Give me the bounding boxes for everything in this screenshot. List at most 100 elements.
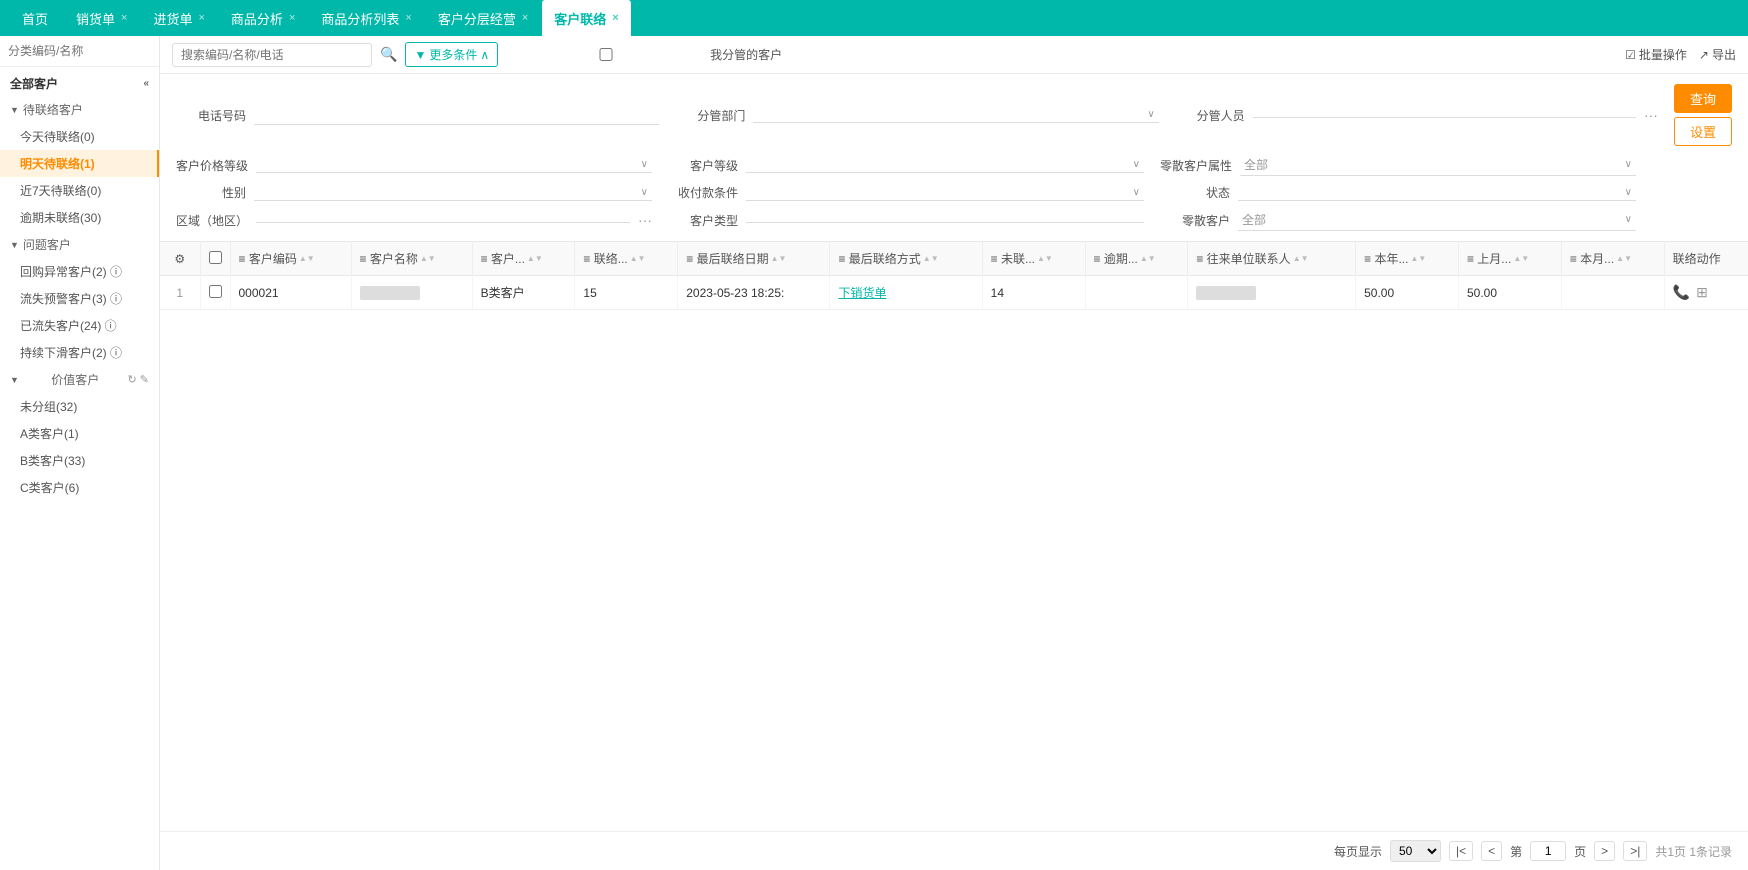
cell-seq: 1 xyxy=(160,276,200,310)
filter-cell-payment: 收付款条件 ∨ xyxy=(668,184,1144,201)
more-filter-button[interactable]: ▼ 更多条件 ∧ xyxy=(405,42,498,67)
col-gear[interactable]: ⚙ xyxy=(160,242,200,276)
sidebar-item-declining[interactable]: 持续下滑客户(2) ⓘ xyxy=(0,339,159,366)
close-icon[interactable]: × xyxy=(198,12,204,24)
payment-label: 收付款条件 xyxy=(668,184,738,201)
group-title-problem[interactable]: 问题客户 xyxy=(0,231,159,258)
group-title-pending[interactable]: 待联络客户 xyxy=(0,96,159,123)
region-dots[interactable]: ··· xyxy=(638,212,652,228)
batch-op-button[interactable]: ☑ 批量操作 xyxy=(1625,46,1687,63)
phone-input[interactable] xyxy=(254,106,659,125)
my-customer-checkbox-area[interactable]: 我分管的客户 xyxy=(506,46,782,63)
search-input[interactable] xyxy=(172,43,372,67)
close-icon[interactable]: × xyxy=(522,12,528,24)
nav-home[interactable]: 首页 xyxy=(8,9,62,28)
sidebar-item-a-class[interactable]: A类客户(1) xyxy=(0,420,159,447)
cust-level-select[interactable]: ∨ xyxy=(746,157,1144,173)
total-info: 共1页 1条记录 xyxy=(1655,843,1732,860)
col-check[interactable] xyxy=(200,242,230,276)
masked-name xyxy=(360,286,420,300)
filter-row-1: 电话号码 分管部门 ∨ 分管人员 ··· 查询 设置 xyxy=(176,84,1732,146)
close-icon[interactable]: × xyxy=(612,12,618,24)
region-input[interactable] xyxy=(256,218,630,223)
col-code[interactable]: ≡ 客户编码 ▲▼ xyxy=(230,242,351,276)
sidebar-search-input[interactable] xyxy=(8,44,160,58)
filter-icon: ▼ xyxy=(414,48,426,62)
filter-bar: 🔍 ▼ 更多条件 ∧ 我分管的客户 ☑ 批量操作 ↗ 导出 xyxy=(160,36,1748,74)
sidebar-item-today[interactable]: 今天待联络(0) xyxy=(0,123,159,150)
set-button[interactable]: 设置 xyxy=(1674,117,1732,146)
col-last-method[interactable]: ≡ 最后联络方式 ▲▼ xyxy=(830,242,982,276)
col-name[interactable]: ≡ 客户名称 ▲▼ xyxy=(351,242,472,276)
status-select[interactable]: ∨ xyxy=(1238,185,1636,201)
gender-select[interactable]: ∨ xyxy=(254,185,652,201)
col-contacts[interactable]: ≡ 联络... ▲▼ xyxy=(575,242,678,276)
query-button[interactable]: 查询 xyxy=(1674,84,1732,113)
payment-select[interactable]: ∨ xyxy=(746,185,1144,201)
person-input[interactable] xyxy=(1253,113,1636,118)
col-last-month[interactable]: ≡ 上月... ▲▼ xyxy=(1458,242,1561,276)
nav-tab-3[interactable]: 商品分析列表 × xyxy=(309,0,423,36)
filter-cell-cust-type: 客户类型 xyxy=(668,212,1144,229)
first-page-button[interactable]: |< xyxy=(1449,841,1473,861)
price-level-select[interactable]: ∨ xyxy=(256,157,652,173)
sidebar-item-tomorrow[interactable]: 明天待联络(1) xyxy=(0,150,159,177)
close-icon[interactable]: × xyxy=(289,12,295,24)
sidebar-item-7days[interactable]: 近7天待联络(0) xyxy=(0,177,159,204)
sidebar-item-churned[interactable]: 已流失客户(24) ⓘ xyxy=(0,312,159,339)
col-unit-contact[interactable]: ≡ 往来单位联系人 ▲▼ xyxy=(1188,242,1356,276)
col-no-contact[interactable]: ≡ 未联... ▲▼ xyxy=(982,242,1085,276)
col-type[interactable]: ≡ 客户... ▲▼ xyxy=(472,242,575,276)
col-this-month[interactable]: ≡ 本月... ▲▼ xyxy=(1561,242,1664,276)
per-page-select[interactable]: 50 100 200 xyxy=(1390,840,1441,862)
nav-tab-0[interactable]: 销货单 × xyxy=(64,0,139,36)
last-page-button[interactable]: >| xyxy=(1623,841,1647,861)
export-icon: ↗ xyxy=(1699,48,1709,62)
chevron-down-icon: ∨ xyxy=(1147,109,1154,120)
group-title-value[interactable]: 价值客户 ↻ ✎ xyxy=(0,366,159,393)
sidebar-item-repurchase[interactable]: 回购异常客户(2) ⓘ xyxy=(0,258,159,285)
retail-cust-select[interactable]: 全部 ∨ xyxy=(1238,209,1636,231)
retail-attr-label: 零散客户属性 xyxy=(1160,157,1232,174)
filter-cell-status: 状态 ∨ xyxy=(1160,184,1636,201)
grid-icon[interactable]: ⊞ xyxy=(1696,284,1708,301)
select-all-checkbox[interactable] xyxy=(209,251,222,264)
sidebar-item-overdue[interactable]: 逾期未联络(30) xyxy=(0,204,159,231)
nav-tab-1[interactable]: 进货单 × xyxy=(141,0,216,36)
search-button[interactable]: 🔍 xyxy=(380,46,397,63)
nav-tab-2[interactable]: 商品分析 × xyxy=(219,0,307,36)
retail-attr-select[interactable]: 全部 ∨ xyxy=(1240,154,1636,176)
col-overdue[interactable]: ≡ 逾期... ▲▼ xyxy=(1085,242,1188,276)
last-method-link[interactable]: 下销货单 xyxy=(838,286,886,300)
sidebar-item-c-class[interactable]: C类客户(6) xyxy=(0,474,159,501)
sidebar-item-churn-warning[interactable]: 流失预警客户(3) ⓘ xyxy=(0,285,159,312)
dept-select[interactable]: ∨ xyxy=(753,107,1158,123)
col-this-year[interactable]: ≡ 本年... ▲▼ xyxy=(1356,242,1459,276)
filter-row-2: 客户价格等级 ∨ 客户等级 ∨ 零散客户属性 全部 xyxy=(176,154,1732,176)
cell-check[interactable] xyxy=(200,276,230,310)
my-customer-checkbox[interactable] xyxy=(506,48,706,61)
export-button[interactable]: ↗ 导出 xyxy=(1699,46,1736,63)
sidebar-item-b-class[interactable]: B类客户(33) xyxy=(0,447,159,474)
prev-page-button[interactable]: < xyxy=(1481,841,1502,861)
nav-tab-4[interactable]: 客户分层经营 × xyxy=(426,0,540,36)
cust-type-select[interactable] xyxy=(746,218,1144,223)
cust-type-label: 客户类型 xyxy=(668,212,738,229)
customer-table: ⚙ ≡ 客户编码 ▲▼ ≡ 客户名称 ▲▼ xyxy=(160,242,1748,310)
person-dots[interactable]: ··· xyxy=(1644,107,1658,123)
region-label: 区域（地区） xyxy=(176,212,248,229)
cell-no-contact: 14 xyxy=(982,276,1085,310)
close-icon[interactable]: × xyxy=(405,12,411,24)
cell-name xyxy=(351,276,472,310)
page-number-input[interactable] xyxy=(1530,841,1566,861)
cell-last-method[interactable]: 下销货单 xyxy=(830,276,982,310)
nav-tab-5[interactable]: 客户联络 × xyxy=(542,0,630,36)
checkbox-icon: ☑ xyxy=(1625,48,1636,62)
col-last-date[interactable]: ≡ 最后联络日期 ▲▼ xyxy=(678,242,830,276)
next-page-button[interactable]: > xyxy=(1594,841,1615,861)
sidebar-item-ungrouped[interactable]: 未分组(32) xyxy=(0,393,159,420)
close-icon[interactable]: × xyxy=(121,12,127,24)
collapse-icon[interactable]: « xyxy=(143,78,149,89)
phone-icon[interactable]: 📞 xyxy=(1673,284,1690,301)
row-checkbox[interactable] xyxy=(209,285,222,298)
